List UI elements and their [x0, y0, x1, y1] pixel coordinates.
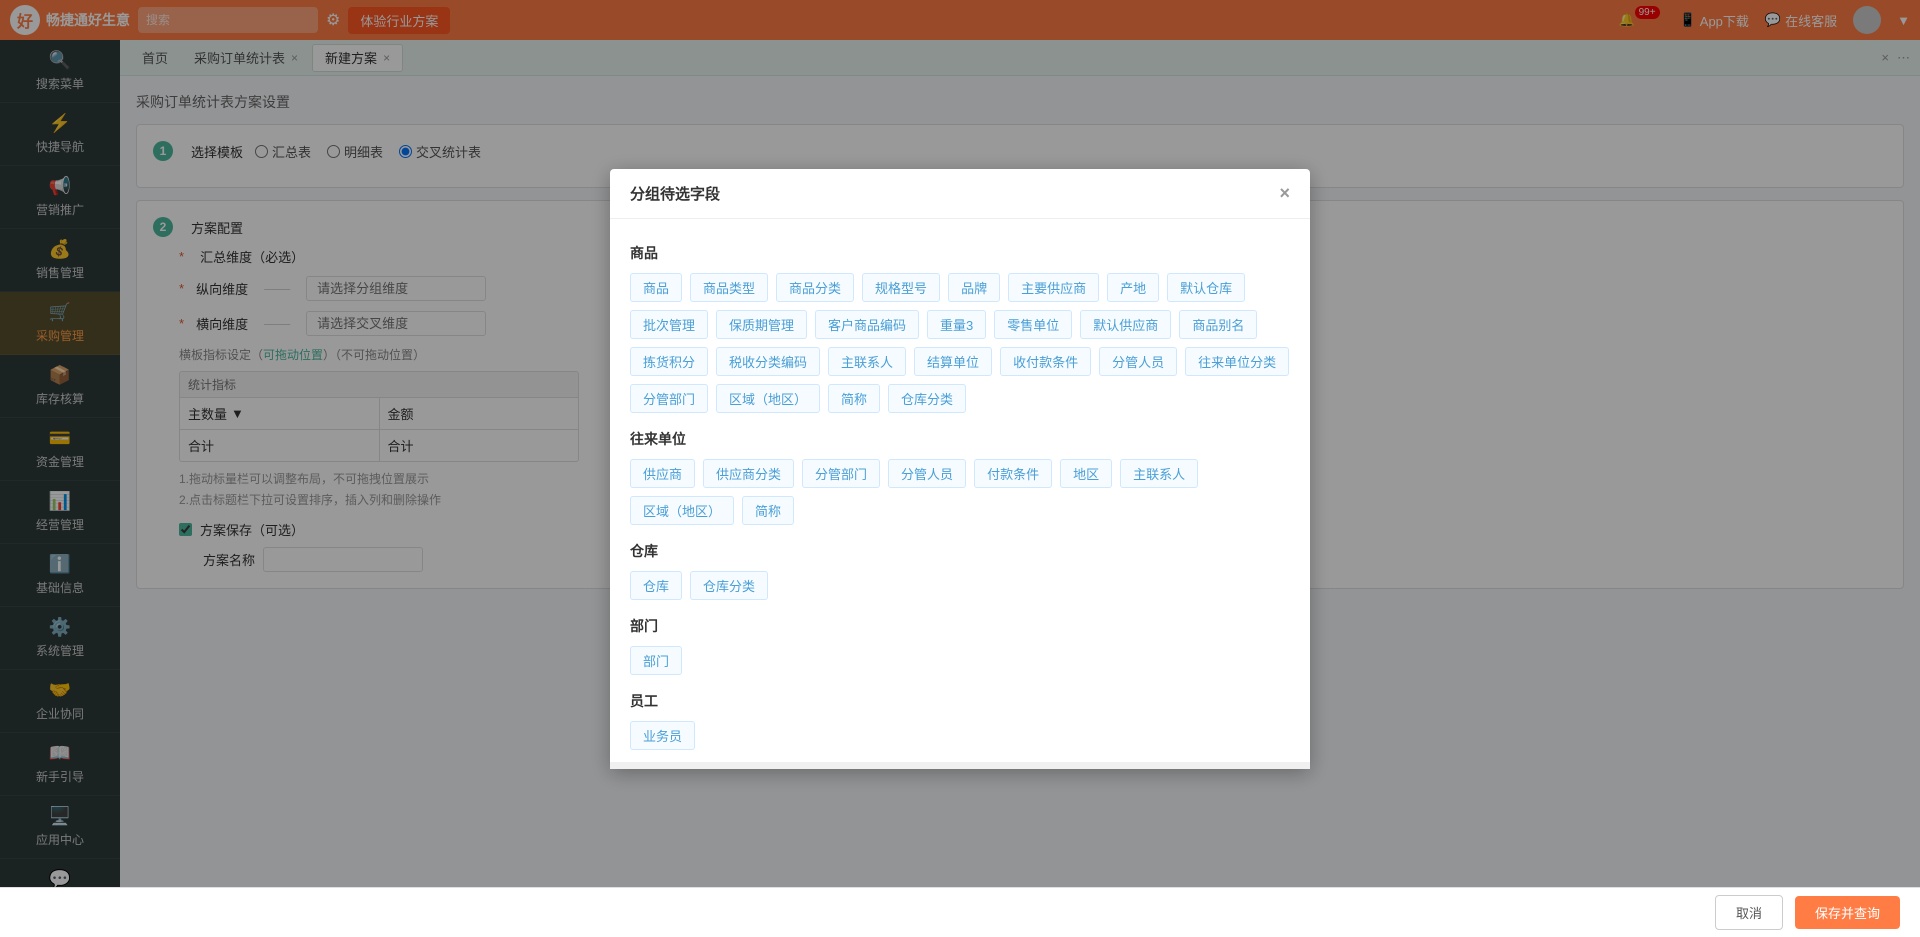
- save-button[interactable]: 保存并查询: [1795, 896, 1900, 929]
- field-tag-1-6[interactable]: 主联系人: [1120, 459, 1198, 488]
- field-tag-1-4[interactable]: 付款条件: [974, 459, 1052, 488]
- field-tag-0-25[interactable]: 仓库分类: [888, 384, 966, 413]
- modal-overlay: 分组待选字段 × 商品商品商品类型商品分类规格型号品牌主要供应商产地默认仓库批次…: [0, 0, 1920, 937]
- field-tag-0-3[interactable]: 规格型号: [862, 273, 940, 302]
- field-grid-1: 供应商供应商分类分管部门分管人员付款条件地区主联系人区域（地区） 简称: [630, 459, 1290, 525]
- field-grid-4: 业务员: [630, 721, 1290, 750]
- modal-dialog: 分组待选字段 × 商品商品商品类型商品分类规格型号品牌主要供应商产地默认仓库批次…: [610, 169, 1310, 769]
- bottom-bar: 取消 保存并查询: [0, 887, 1920, 937]
- field-tag-0-9[interactable]: 保质期管理: [716, 310, 807, 339]
- field-tag-4-0[interactable]: 业务员: [630, 721, 695, 750]
- field-tag-3-0[interactable]: 部门: [630, 646, 682, 675]
- field-tag-0-6[interactable]: 产地: [1107, 273, 1159, 302]
- modal-section-3: 部门部门: [630, 616, 1290, 675]
- field-tag-0-23[interactable]: 区域（地区）: [716, 384, 820, 413]
- section-title-4: 员工: [630, 691, 1290, 711]
- field-tag-0-19[interactable]: 收付款条件: [1000, 347, 1091, 376]
- field-tag-2-1[interactable]: 仓库分类: [690, 571, 768, 600]
- field-tag-0-13[interactable]: 默认供应商: [1080, 310, 1171, 339]
- field-tag-0-20[interactable]: 分管人员: [1099, 347, 1177, 376]
- field-tag-0-16[interactable]: 税收分类编码: [716, 347, 820, 376]
- field-tag-0-12[interactable]: 零售单位: [994, 310, 1072, 339]
- field-tag-0-0[interactable]: 商品: [630, 273, 682, 302]
- modal-section-4: 员工业务员: [630, 691, 1290, 750]
- field-tag-0-14[interactable]: 商品别名: [1179, 310, 1257, 339]
- modal-close-button[interactable]: ×: [1279, 183, 1290, 204]
- field-grid-0: 商品商品类型商品分类规格型号品牌主要供应商产地默认仓库批次管理保质期管理客户商品…: [630, 273, 1290, 413]
- field-tag-1-3[interactable]: 分管人员: [888, 459, 966, 488]
- field-tag-1-8[interactable]: 简称: [742, 496, 794, 525]
- section-title-0: 商品: [630, 243, 1290, 263]
- field-grid-3: 部门: [630, 646, 1290, 675]
- modal-title: 分组待选字段: [630, 183, 720, 204]
- section-title-3: 部门: [630, 616, 1290, 636]
- field-tag-0-22[interactable]: 分管部门: [630, 384, 708, 413]
- field-tag-0-1[interactable]: 商品类型: [690, 273, 768, 302]
- field-tag-1-7[interactable]: 区域（地区）: [630, 496, 734, 525]
- field-tag-0-21[interactable]: 往来单位分类: [1185, 347, 1289, 376]
- cancel-button[interactable]: 取消: [1715, 895, 1783, 930]
- field-tag-0-17[interactable]: 主联系人: [828, 347, 906, 376]
- section-title-1: 往来单位: [630, 429, 1290, 449]
- field-tag-0-11[interactable]: 重量3: [927, 310, 986, 339]
- field-tag-2-0[interactable]: 仓库: [630, 571, 682, 600]
- field-tag-0-2[interactable]: 商品分类: [776, 273, 854, 302]
- modal-section-0: 商品商品商品类型商品分类规格型号品牌主要供应商产地默认仓库批次管理保质期管理客户…: [630, 243, 1290, 413]
- field-tag-1-5[interactable]: 地区: [1060, 459, 1112, 488]
- modal-section-1: 往来单位供应商供应商分类分管部门分管人员付款条件地区主联系人区域（地区） 简称: [630, 429, 1290, 525]
- field-tag-1-2[interactable]: 分管部门: [802, 459, 880, 488]
- modal-body: 商品商品商品类型商品分类规格型号品牌主要供应商产地默认仓库批次管理保质期管理客户…: [610, 219, 1310, 762]
- field-tag-1-0[interactable]: 供应商: [630, 459, 695, 488]
- field-tag-0-24[interactable]: 简称: [828, 384, 880, 413]
- field-tag-0-7[interactable]: 默认仓库: [1167, 273, 1245, 302]
- field-tag-0-5[interactable]: 主要供应商: [1008, 273, 1099, 302]
- field-grid-2: 仓库仓库分类: [630, 571, 1290, 600]
- field-tag-0-15[interactable]: 拣货积分: [630, 347, 708, 376]
- field-tag-0-4[interactable]: 品牌: [948, 273, 1000, 302]
- field-tag-0-8[interactable]: 批次管理: [630, 310, 708, 339]
- modal-header: 分组待选字段 ×: [610, 169, 1310, 219]
- modal-section-2: 仓库仓库仓库分类: [630, 541, 1290, 600]
- field-tag-0-10[interactable]: 客户商品编码: [815, 310, 919, 339]
- field-tag-0-18[interactable]: 结算单位: [914, 347, 992, 376]
- horizontal-scrollbar[interactable]: [610, 762, 1310, 769]
- field-tag-1-1[interactable]: 供应商分类: [703, 459, 794, 488]
- section-title-2: 仓库: [630, 541, 1290, 561]
